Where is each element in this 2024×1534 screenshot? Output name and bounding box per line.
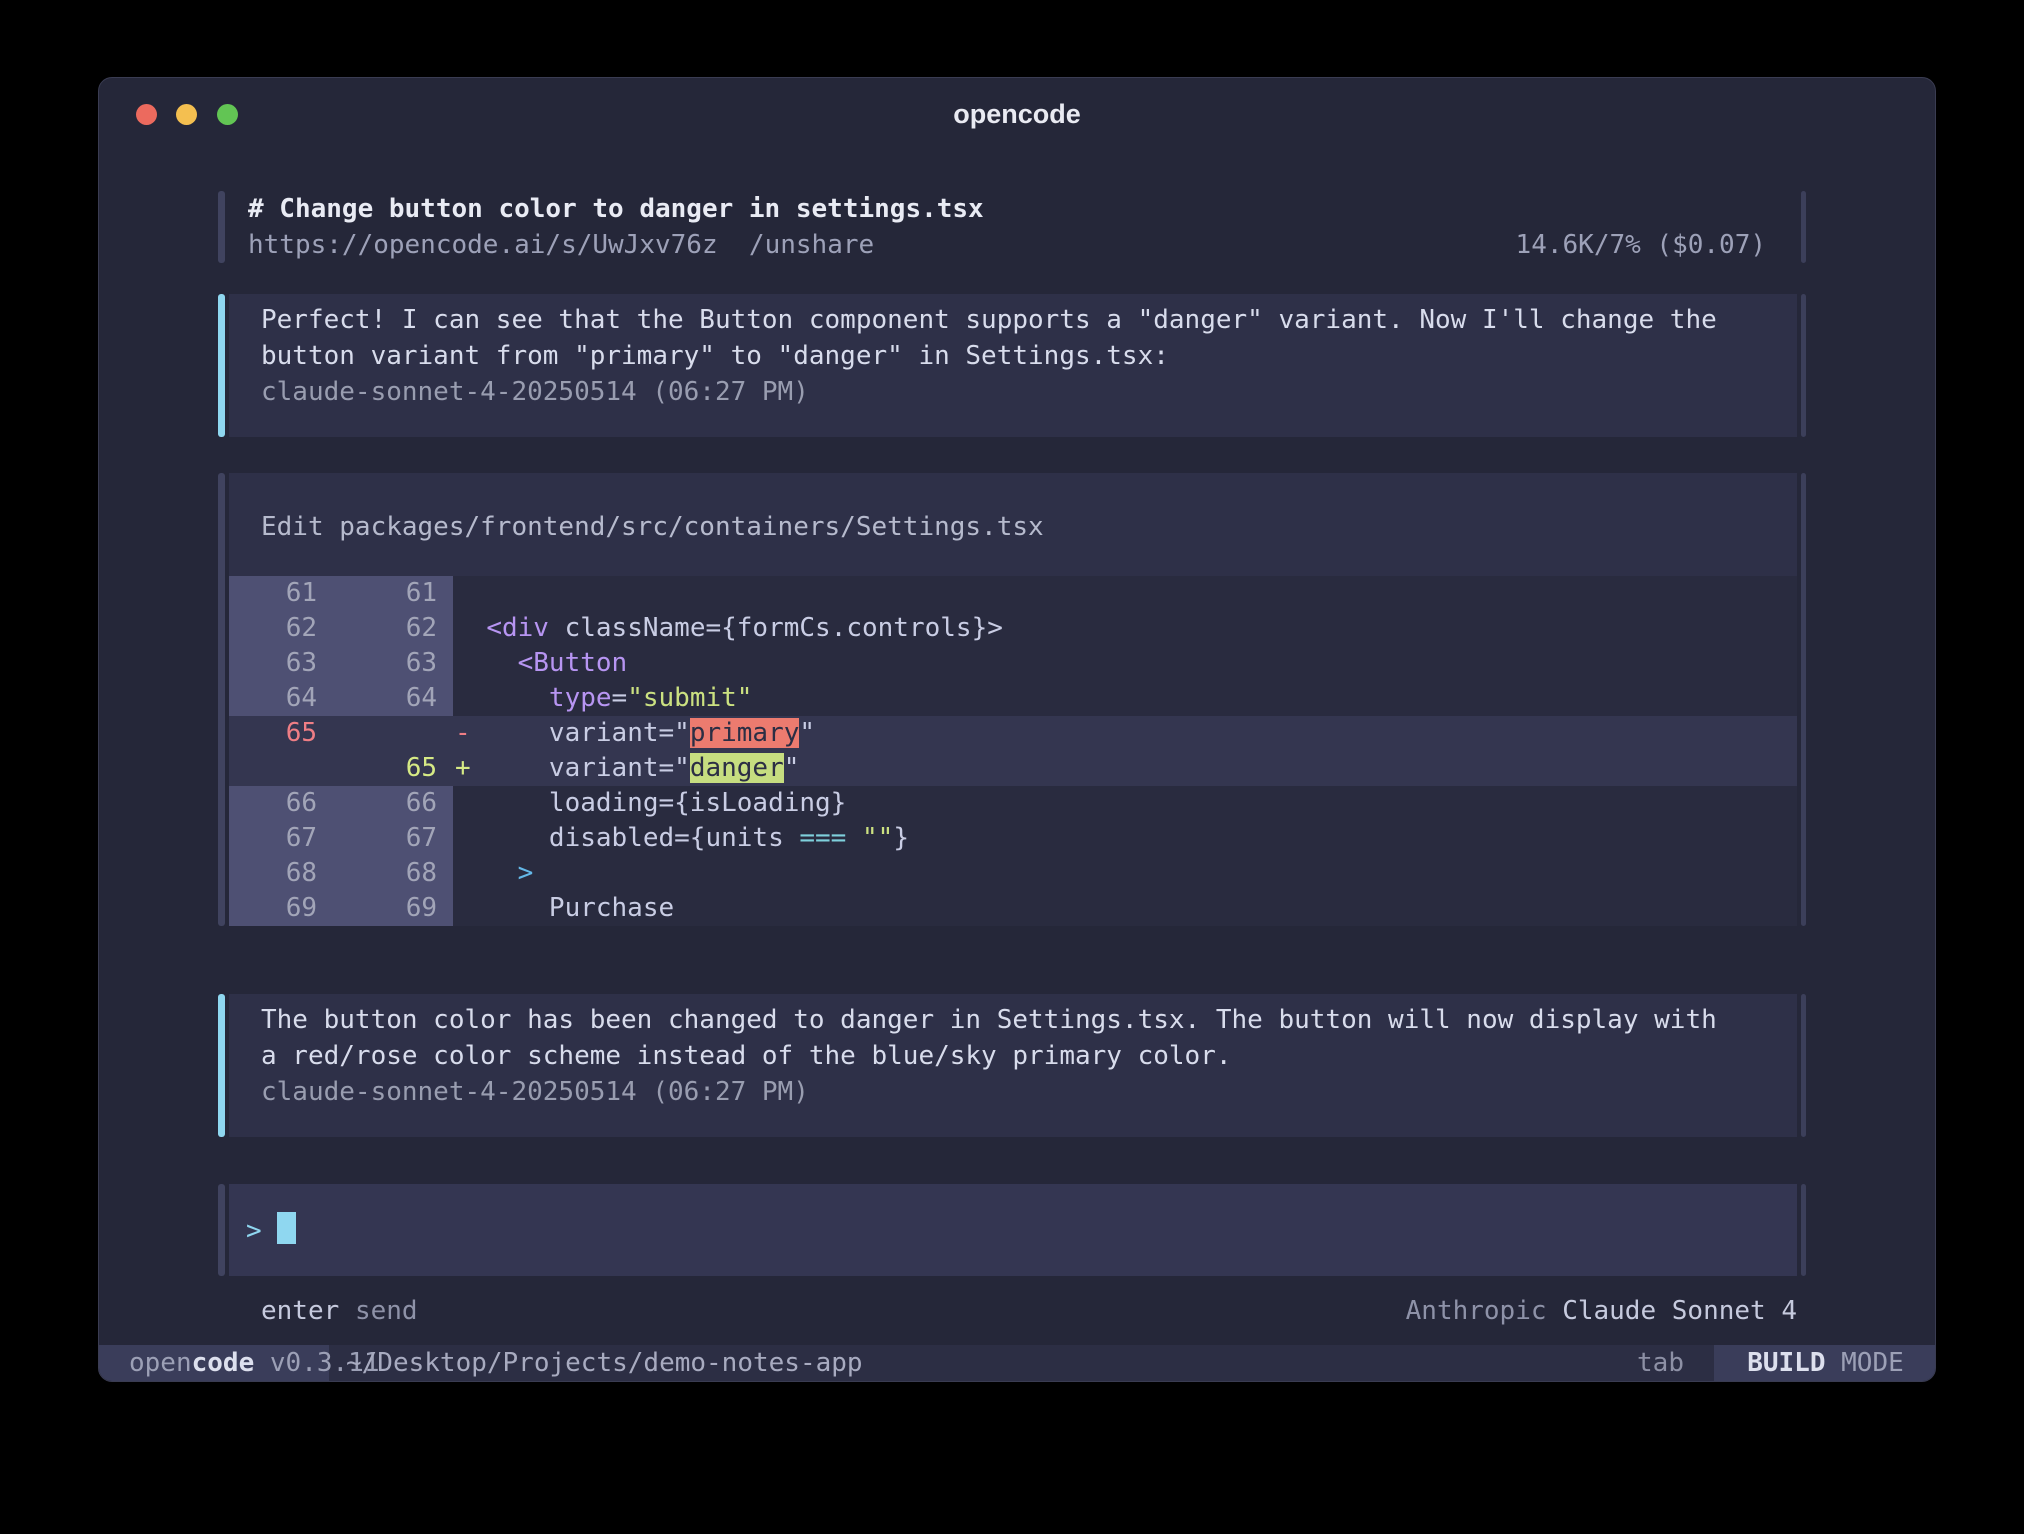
unshare-command[interactable]: /unshare — [749, 230, 874, 260]
session-title: # Change button color to danger in setti… — [248, 191, 984, 227]
new-line-number: 66 — [341, 786, 453, 821]
diff-row: 6666 loading={isLoading} — [229, 786, 1797, 821]
code-line: + variant="danger" — [453, 751, 1797, 786]
enter-key-label: enter — [261, 1296, 339, 1326]
diff-row: 65+ variant="danger" — [229, 751, 1797, 786]
send-label: send — [355, 1296, 418, 1326]
new-line-number: 62 — [341, 611, 453, 646]
share-url[interactable]: https://opencode.ai/s/UwJxv76z — [248, 230, 718, 260]
old-line-number: 63 — [229, 646, 341, 681]
diff-row: 6161 — [229, 576, 1797, 611]
send-hint: enter send — [261, 1293, 418, 1329]
new-line-number: 68 — [341, 856, 453, 891]
new-line-number: 65 — [341, 751, 453, 786]
diff-rows: 61616262 <div className={formCs.controls… — [229, 576, 1797, 926]
old-line-number: 69 — [229, 891, 341, 926]
window-title: opencode — [99, 99, 1935, 130]
spacer — [718, 230, 749, 260]
message-accent-bar — [218, 994, 225, 1137]
session-link-row: https://opencode.ai/s/UwJxv76z /unshare — [248, 227, 874, 263]
diff-row: 6969 Purchase — [229, 891, 1797, 926]
mode-suffix: MODE — [1826, 1348, 1904, 1378]
code-line: disabled={units === ""} — [453, 821, 1797, 856]
edit-tool-block: Edit packages/frontend/src/containers/Se… — [229, 473, 1797, 926]
mode-toggle[interactable]: BUILD MODE — [1714, 1345, 1936, 1381]
code-line — [453, 576, 1797, 611]
code-line: - variant="primary" — [453, 716, 1797, 751]
diff-left-border — [218, 473, 225, 926]
provider-label: Anthropic — [1406, 1296, 1563, 1326]
opencode-window: opencode # Change button color to danger… — [98, 77, 1936, 1382]
model-timestamp: claude-sonnet-4-20250514 (06:27 PM) — [261, 1074, 1765, 1110]
code-line: type="submit" — [453, 681, 1797, 716]
prompt-line: > — [246, 1212, 296, 1248]
new-line-number: 64 — [341, 681, 453, 716]
new-line-number: 67 — [341, 821, 453, 856]
working-directory: ~/Desktop/Projects/demo-notes-app — [346, 1345, 863, 1381]
new-line-number: 61 — [341, 576, 453, 611]
new-line-number: 69 — [341, 891, 453, 926]
code-line: <div className={formCs.controls}> — [453, 611, 1797, 646]
input-scrollbar — [1801, 1184, 1806, 1276]
prompt-input[interactable]: > — [229, 1184, 1797, 1276]
brand-open: open — [129, 1348, 192, 1378]
app-version-segment: opencode v0.3.11 — [99, 1345, 329, 1381]
new-line-number: 63 — [341, 646, 453, 681]
prompt-chevron: > — [246, 1216, 277, 1246]
old-line-number: 62 — [229, 611, 341, 646]
diff-scrollbar — [1801, 473, 1806, 926]
model-timestamp: claude-sonnet-4-20250514 (06:27 PM) — [261, 374, 1765, 410]
text-cursor — [277, 1212, 296, 1244]
brand-code: code — [192, 1348, 255, 1378]
message-text: The button color has been changed to dan… — [261, 1002, 1765, 1038]
header-scrollbar — [1801, 191, 1806, 263]
input-left-border — [218, 1184, 225, 1276]
code-line: loading={isLoading} — [453, 786, 1797, 821]
mode-name: BUILD — [1747, 1348, 1825, 1378]
diff-row: 6262 <div className={formCs.controls}> — [229, 611, 1797, 646]
diff-row: 6464 type="submit" — [229, 681, 1797, 716]
header-left-border — [218, 191, 225, 263]
model-indicator: Anthropic Claude Sonnet 4 — [1406, 1293, 1797, 1329]
old-line-number: 68 — [229, 856, 341, 891]
code-line: <Button — [453, 646, 1797, 681]
old-line-number: 64 — [229, 681, 341, 716]
assistant-message: The button color has been changed to dan… — [229, 994, 1797, 1137]
diff-row: 65 - variant="primary" — [229, 716, 1797, 751]
edit-file-path: Edit packages/frontend/src/containers/Se… — [261, 509, 1044, 545]
old-line-number: 61 — [229, 576, 341, 611]
code-line: Purchase — [453, 891, 1797, 926]
model-label: Claude Sonnet 4 — [1562, 1296, 1797, 1326]
diff-row: 6363 <Button — [229, 646, 1797, 681]
old-line-number: 66 — [229, 786, 341, 821]
message-scrollbar — [1801, 294, 1806, 437]
old-line-number: 65 — [229, 716, 341, 751]
message-text: button variant from "primary" to "danger… — [261, 338, 1765, 374]
diff-row: 6767 disabled={units === ""} — [229, 821, 1797, 856]
spacer — [339, 1296, 355, 1326]
tab-key-hint[interactable]: tab — [1637, 1345, 1684, 1381]
diff-row: 6868 > — [229, 856, 1797, 891]
token-usage: 14.6K/7% ($0.07) — [1516, 227, 1766, 263]
assistant-message: Perfect! I can see that the Button compo… — [229, 294, 1797, 437]
old-line-number — [229, 751, 341, 786]
message-accent-bar — [218, 294, 225, 437]
old-line-number: 67 — [229, 821, 341, 856]
message-text: a red/rose color scheme instead of the b… — [261, 1038, 1765, 1074]
footer-hints: enter send Anthropic Claude Sonnet 4 — [229, 1293, 1797, 1329]
message-text: Perfect! I can see that the Button compo… — [261, 302, 1765, 338]
session-header: # Change button color to danger in setti… — [229, 191, 1797, 263]
message-scrollbar — [1801, 994, 1806, 1137]
new-line-number — [341, 716, 453, 751]
status-bar: opencode v0.3.11 ~/Desktop/Projects/demo… — [99, 1345, 1936, 1381]
code-line: > — [453, 856, 1797, 891]
